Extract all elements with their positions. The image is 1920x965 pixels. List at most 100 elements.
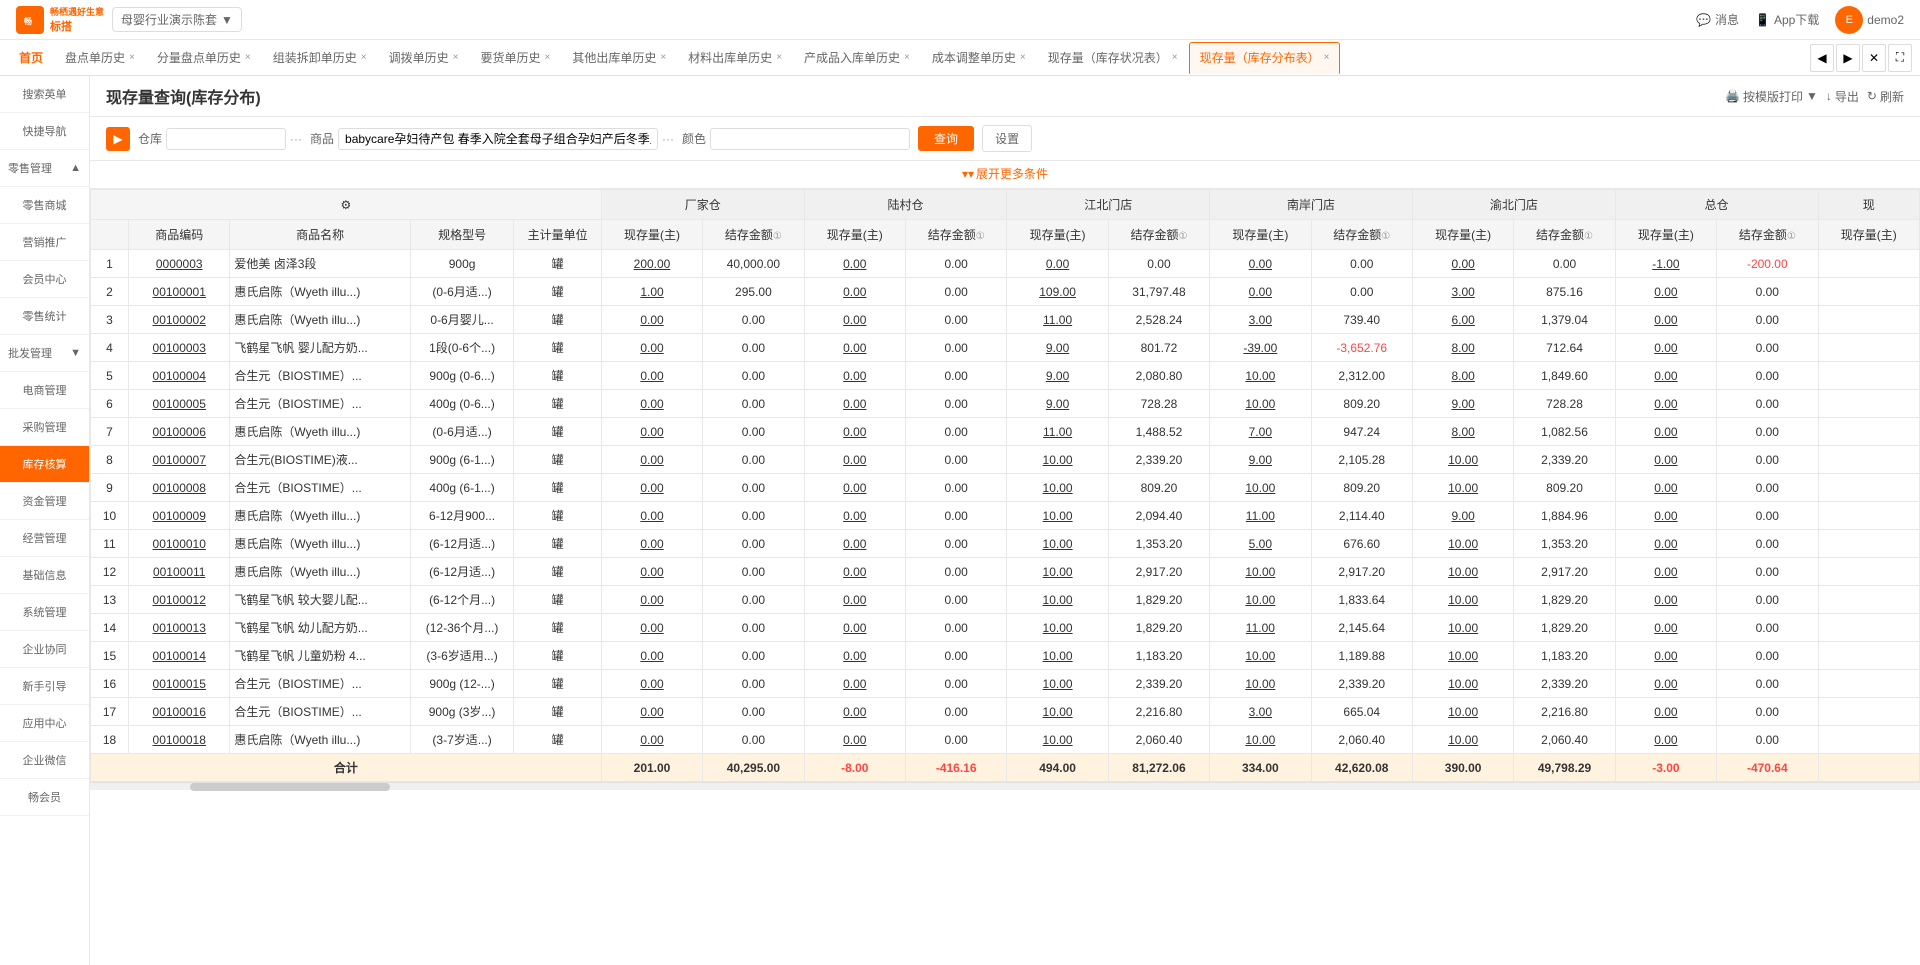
tab-finished-in[interactable]: 产成品入库单历史 × <box>793 42 921 74</box>
tab-close-icon[interactable]: × <box>361 52 367 63</box>
cell-lc-qty: 0.00 <box>804 586 905 614</box>
cell-name: 合生元（BIOSTIME）... <box>230 390 410 418</box>
cell-jb-qty: 10.00 <box>1007 558 1108 586</box>
cell-name: 合生元（BIOSTIME）... <box>230 474 410 502</box>
filter-expand-arrow[interactable]: ▶ <box>106 127 130 151</box>
cell-fc-qty: 0.00 <box>601 558 702 586</box>
sidebar-item-retail-mgmt[interactable]: 零售管理 ▲ <box>0 150 89 187</box>
refresh-btn[interactable]: ↻ 刷新 <box>1867 88 1904 105</box>
cell-jb-qty: 0.00 <box>1007 250 1108 278</box>
app-download-btn[interactable]: 📱 App下载 <box>1755 11 1819 28</box>
cell-fc-amt: 0.00 <box>703 474 804 502</box>
sidebar-item-system[interactable]: 系统管理 <box>0 594 89 631</box>
industry-selector[interactable]: 母婴行业演示陈套 ▼ <box>112 7 242 32</box>
tab-stock-status[interactable]: 现存量（库存状况表） × <box>1037 42 1189 74</box>
sidebar-item-wholesale[interactable]: 批发管理 ▼ <box>0 335 89 372</box>
settings-btn[interactable]: 设置 <box>982 125 1032 152</box>
cell-nb-amt: 676.60 <box>1311 530 1412 558</box>
tab-transfer[interactable]: 调拨单历史 × <box>378 42 470 74</box>
cell-zc-amt: 0.00 <box>1717 642 1818 670</box>
cell-name: 惠氏启陈（Wyeth illu...) <box>230 278 410 306</box>
query-btn[interactable]: 查询 <box>918 126 974 151</box>
sidebar-item-wechat[interactable]: 企业微信 <box>0 742 89 779</box>
tab-close-icon[interactable]: × <box>1020 52 1026 63</box>
horizontal-scrollbar[interactable] <box>90 782 1920 790</box>
scrollbar-thumb[interactable] <box>190 783 390 791</box>
cell-jb-amt: 2,060.40 <box>1108 726 1209 754</box>
tab-other-out[interactable]: 其他出库单历史 × <box>561 42 677 74</box>
sidebar-item-retail-mall[interactable]: 零售商城 <box>0 187 89 224</box>
tab-stock-dist[interactable]: 现存量（库存分布表） × <box>1189 42 1341 74</box>
info-icon5[interactable]: ① <box>1584 231 1593 242</box>
sidebar-item-member[interactable]: 会员中心 <box>0 261 89 298</box>
tab-close-icon[interactable]: × <box>1324 52 1330 63</box>
info-icon3[interactable]: ① <box>1178 231 1187 242</box>
sidebar-item-basics[interactable]: 基础信息 <box>0 557 89 594</box>
sidebar-item-ecommerce[interactable]: 电商管理 <box>0 372 89 409</box>
cell-fc-qty: 0.00 <box>601 362 702 390</box>
info-icon4[interactable]: ① <box>1381 231 1390 242</box>
cell-jb-amt: 2,339.20 <box>1108 670 1209 698</box>
cell-yb-amt: 2,216.80 <box>1514 698 1615 726</box>
chevron-icon-wholesale: ▼ <box>70 347 81 359</box>
tab-cost-adjust[interactable]: 成本调整单历史 × <box>921 42 1037 74</box>
color-input[interactable] <box>710 128 910 150</box>
cell-unit: 罐 <box>514 362 601 390</box>
tab-assembly[interactable]: 组装拆卸单历史 × <box>262 42 378 74</box>
tab-close-all-btn[interactable]: ✕ <box>1862 44 1886 72</box>
sidebar-item-inventory[interactable]: 库存核算 <box>0 446 89 483</box>
tab-expand-btn[interactable]: ⛶ <box>1888 44 1912 72</box>
tab-next-btn[interactable]: ▶ <box>1836 44 1860 72</box>
tab-close-icon[interactable]: × <box>660 52 666 63</box>
sidebar-item-operations[interactable]: 经营管理 <box>0 520 89 557</box>
sidebar-item-retail-stats[interactable]: 零售统计 <box>0 298 89 335</box>
user-area[interactable]: E demo2 <box>1835 6 1904 34</box>
warehouse-ellipsis[interactable]: ··· <box>290 132 302 146</box>
sidebar-item-guide[interactable]: 新手引导 <box>0 668 89 705</box>
table-row: 18 00100018 惠氏启陈（Wyeth illu...) (3-7岁适..… <box>91 726 1920 754</box>
sidebar-item-quicknav[interactable]: 快捷导航 <box>0 113 89 150</box>
print-btn[interactable]: 🖨️ 按模版打印 ▼ <box>1725 88 1818 105</box>
cell-nb-qty: 3.00 <box>1210 306 1311 334</box>
sidebar-item-marketing[interactable]: 营销推广 <box>0 224 89 261</box>
tab-close-icon[interactable]: × <box>544 52 550 63</box>
cell-nb-amt: 739.40 <box>1311 306 1412 334</box>
cell-yb-qty: 10.00 <box>1412 698 1513 726</box>
info-icon2[interactable]: ① <box>976 231 985 242</box>
tab-requisition[interactable]: 要货单历史 × <box>469 42 561 74</box>
tab-close-icon[interactable]: × <box>453 52 459 63</box>
export-btn[interactable]: ↓ 导出 <box>1826 88 1859 105</box>
sidebar-item-app-center[interactable]: 应用中心 <box>0 705 89 742</box>
sidebar-item-search[interactable]: 搜索英单 <box>0 76 89 113</box>
cell-jb-amt: 2,094.40 <box>1108 502 1209 530</box>
settings-gear-icon[interactable]: ⚙ <box>341 198 352 212</box>
tab-close-icon[interactable]: × <box>776 52 782 63</box>
expand-conditions-btn[interactable]: ▾▾ 展开更多条件 <box>962 165 1048 182</box>
tab-split-check[interactable]: 分量盘点单历史 × <box>146 42 262 74</box>
cell-num: 11 <box>91 530 129 558</box>
message-btn[interactable]: 💬 消息 <box>1696 11 1739 28</box>
tab-close-icon[interactable]: × <box>904 52 910 63</box>
cell-yb-qty: 10.00 <box>1412 614 1513 642</box>
tab-home[interactable]: 首页 <box>8 42 54 74</box>
cell-unit: 罐 <box>514 586 601 614</box>
sidebar-item-purchase[interactable]: 采购管理 <box>0 409 89 446</box>
tab-material-out[interactable]: 材料出库单历史 × <box>677 42 793 74</box>
info-icon6[interactable]: ① <box>1787 231 1796 242</box>
total-lc-amt: -416.16 <box>905 754 1006 782</box>
sidebar-item-finance[interactable]: 资金管理 <box>0 483 89 520</box>
sidebar-item-enterprise[interactable]: 企业协同 <box>0 631 89 668</box>
goods-input[interactable] <box>338 128 658 150</box>
tab-close-icon[interactable]: × <box>1172 52 1178 63</box>
tab-close-icon[interactable]: × <box>245 52 251 63</box>
goods-ellipsis[interactable]: ··· <box>662 132 674 146</box>
tab-prev-btn[interactable]: ◀ <box>1810 44 1834 72</box>
cell-jb-qty: 10.00 <box>1007 502 1108 530</box>
warehouse-input[interactable] <box>166 128 286 150</box>
cell-spec: 900g (12-...) <box>410 670 514 698</box>
sidebar-item-member2[interactable]: 畅会员 <box>0 779 89 816</box>
tab-close-icon[interactable]: × <box>129 52 135 63</box>
cell-zc-qty: 0.00 <box>1615 670 1716 698</box>
info-icon[interactable]: ① <box>773 231 782 242</box>
tab-inventory-check[interactable]: 盘点单历史 × <box>54 42 146 74</box>
